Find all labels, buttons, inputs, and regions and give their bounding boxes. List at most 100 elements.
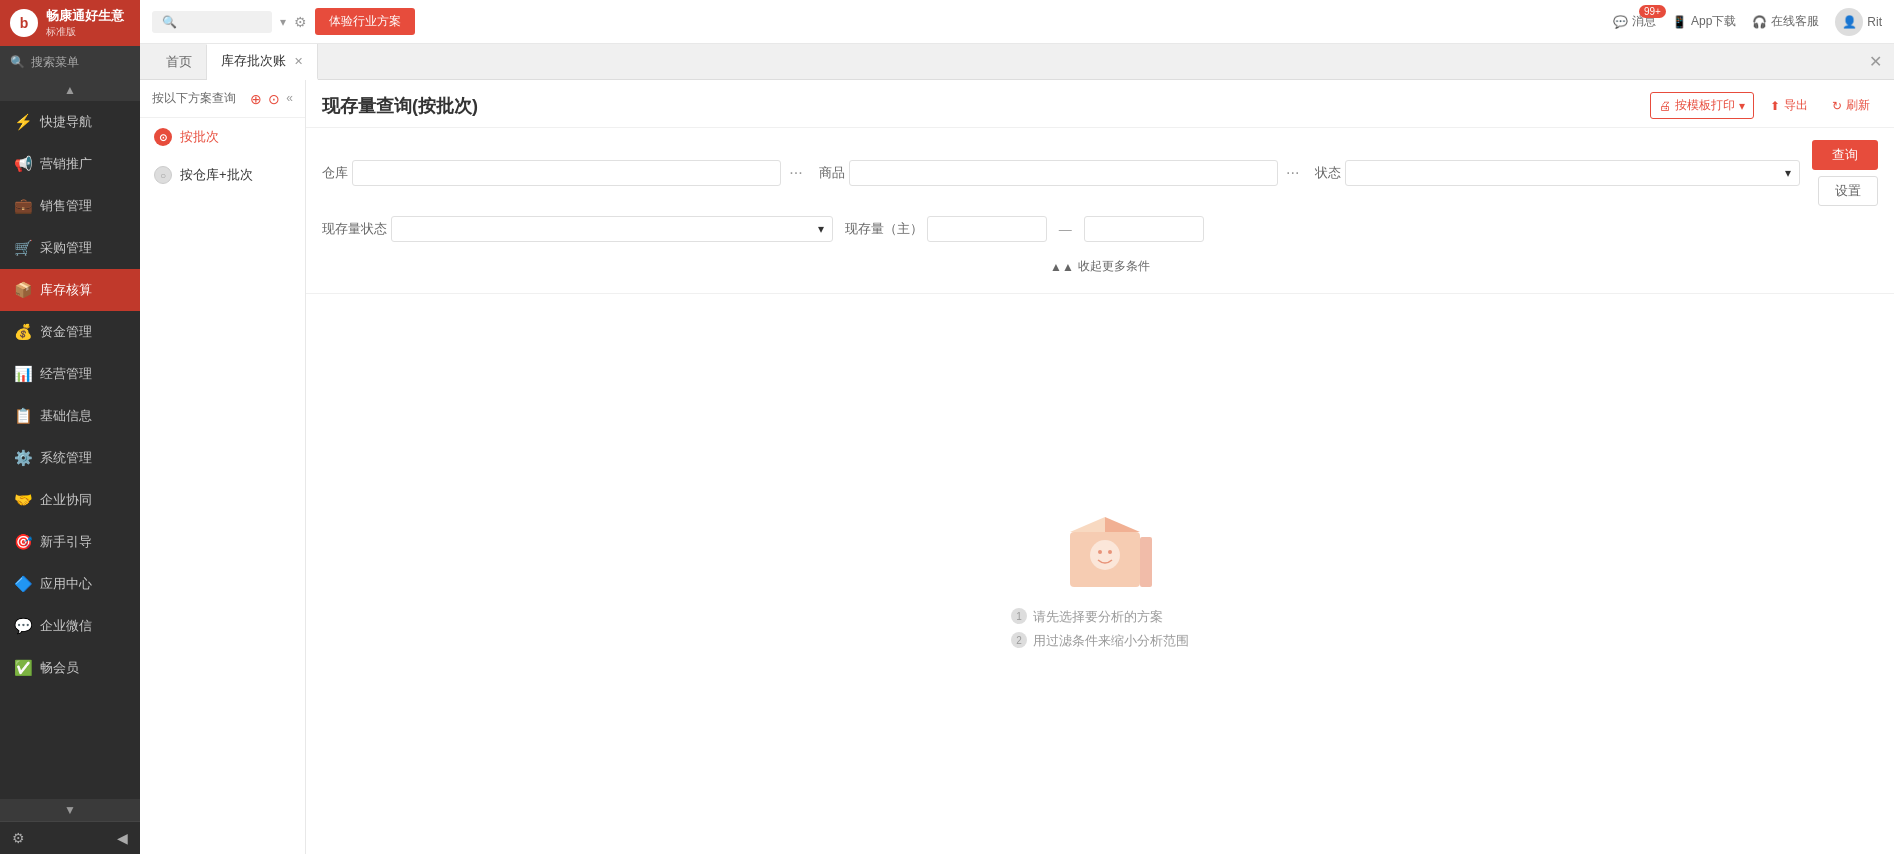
empty-illustration <box>1050 492 1150 592</box>
sidebar-item-label: 基础信息 <box>40 407 92 425</box>
goods-more-icon[interactable]: ··· <box>1282 164 1303 182</box>
sidebar-item-system[interactable]: ⚙️ 系统管理 <box>0 437 140 479</box>
settings-button[interactable]: 设置 <box>1818 176 1878 206</box>
online-service-button[interactable]: 🎧 在线客服 <box>1752 13 1819 30</box>
settings-icon[interactable]: ⚙ <box>12 830 25 846</box>
sidebar-item-finance[interactable]: 💰 资金管理 <box>0 311 140 353</box>
scheme-label: 按批次 <box>180 128 219 146</box>
chevron-up-icon: ▲▲ <box>1050 260 1074 274</box>
export-label: 导出 <box>1784 97 1808 114</box>
sidebar-scroll-down[interactable]: ▼ <box>0 799 140 821</box>
sidebar-scroll-up[interactable]: ▲ <box>0 79 140 101</box>
online-service-label: 在线客服 <box>1771 13 1819 30</box>
trial-button[interactable]: 体验行业方案 <box>315 8 415 35</box>
apps-icon: 🔷 <box>14 575 32 593</box>
quick-icon: ⚡ <box>14 113 32 131</box>
tab-inventory-label: 库存批次账 <box>221 52 286 70</box>
sidebar-item-inventory[interactable]: 📦 库存核算 <box>0 269 140 311</box>
tab-home-label: 首页 <box>166 53 192 71</box>
message-icon: 💬 <box>1613 15 1628 29</box>
topbar-dropdown[interactable]: ▾ <box>280 15 286 29</box>
operations-icon: 📊 <box>14 365 32 383</box>
qty-to-input[interactable] <box>1084 216 1204 242</box>
member-icon: ✅ <box>14 659 32 677</box>
refresh-button[interactable]: ↻ 刷新 <box>1824 93 1878 118</box>
svg-point-4 <box>1090 540 1120 570</box>
sidebar-item-guide[interactable]: 🎯 新手引导 <box>0 521 140 563</box>
tab-close-icon[interactable]: ✕ <box>294 55 303 68</box>
sidebar-item-sales[interactable]: 💼 销售管理 <box>0 185 140 227</box>
scheme-label: 按仓库+批次 <box>180 166 253 184</box>
basics-icon: 📋 <box>14 407 32 425</box>
svg-point-5 <box>1098 550 1102 554</box>
qty-from-input[interactable] <box>927 216 1047 242</box>
print-dropdown-icon[interactable]: ▾ <box>1739 99 1745 113</box>
tab-panel-close[interactable]: ✕ <box>1857 44 1894 79</box>
tabs-bar: 首页 库存批次账 ✕ ✕ <box>140 44 1894 80</box>
marketing-icon: 📢 <box>14 155 32 173</box>
sidebar-item-label: 应用中心 <box>40 575 92 593</box>
scheme-settings-icon[interactable]: ⊙ <box>268 91 280 107</box>
inventory-status-select[interactable]: ▾ <box>391 216 833 242</box>
sidebar-item-member[interactable]: ✅ 畅会员 <box>0 647 140 689</box>
sidebar-search-label: 搜索菜单 <box>31 54 79 71</box>
messages-button[interactable]: 💬 消息 99+ <box>1613 13 1656 30</box>
purchase-icon: 🛒 <box>14 239 32 257</box>
empty-svg <box>1050 492 1170 602</box>
sidebar-logo: b <box>10 9 38 37</box>
warehouse-input[interactable] <box>352 160 781 186</box>
goods-input[interactable] <box>849 160 1278 186</box>
system-icon: ⚙️ <box>14 449 32 467</box>
tab-inventory-batch[interactable]: 库存批次账 ✕ <box>207 44 318 80</box>
user-avatar[interactable]: 👤 Rit <box>1835 8 1882 36</box>
scheme-item-batch[interactable]: ⊙ 按批次 <box>140 118 305 156</box>
topbar-search[interactable]: 🔍 <box>152 11 272 33</box>
message-badge: 99+ <box>1639 5 1666 18</box>
sidebar-item-label: 营销推广 <box>40 155 92 173</box>
warehouse-more-icon[interactable]: ··· <box>785 164 806 182</box>
sidebar-item-basics[interactable]: 📋 基础信息 <box>0 395 140 437</box>
sidebar-item-label: 系统管理 <box>40 449 92 467</box>
sidebar-item-wechat[interactable]: 💬 企业微信 <box>0 605 140 647</box>
tab-home[interactable]: 首页 <box>152 45 207 79</box>
wechat-icon: 💬 <box>14 617 32 635</box>
sidebar-item-quick[interactable]: ⚡ 快捷导航 <box>0 101 140 143</box>
sidebar-nav: ⚡ 快捷导航 📢 营销推广 💼 销售管理 🛒 采购管理 📦 库存核算 💰 资金管… <box>0 101 140 799</box>
add-scheme-icon[interactable]: ⊕ <box>250 91 262 107</box>
page-title-bar: 现存量查询(按批次) 🖨 按模板打印 ▾ ⬆ 导出 ↻ 刷新 <box>306 80 1894 128</box>
sidebar-item-marketing[interactable]: 📢 营销推广 <box>0 143 140 185</box>
export-icon: ⬆ <box>1770 99 1780 113</box>
sidebar-item-operations[interactable]: 📊 经营管理 <box>0 353 140 395</box>
sidebar-item-label: 销售管理 <box>40 197 92 215</box>
sidebar-search[interactable]: 🔍 搜索菜单 <box>0 46 140 79</box>
sidebar-footer: ⚙ ◀ <box>0 821 140 854</box>
scheme-item-warehouse-batch[interactable]: ○ 按仓库+批次 <box>140 156 305 194</box>
app-download-button[interactable]: 📱 App下载 <box>1672 13 1736 30</box>
left-panel: 按以下方案查询 ⊕ ⊙ « ⊙ 按批次 ○ 按仓库+批次 <box>140 80 306 854</box>
sidebar-item-label: 畅会员 <box>40 659 79 677</box>
sidebar-item-apps[interactable]: 🔷 应用中心 <box>0 563 140 605</box>
search-icon: 🔍 <box>162 15 177 29</box>
left-panel-actions: ⊕ ⊙ « <box>250 91 293 107</box>
sidebar-item-collab[interactable]: 🤝 企业协同 <box>0 479 140 521</box>
empty-hint-1: 1 请先选择要分析的方案 <box>1011 608 1189 626</box>
warehouse-filter: 仓库 ··· <box>322 160 807 186</box>
status-select[interactable]: ▾ <box>1345 160 1800 186</box>
inventory-icon: 📦 <box>14 281 32 299</box>
sidebar-item-label: 经营管理 <box>40 365 92 383</box>
goods-filter: 商品 ··· <box>819 160 1304 186</box>
query-button[interactable]: 查询 <box>1812 140 1878 170</box>
status-filter: 状态 ▾ <box>1315 160 1800 186</box>
phone-icon: 📱 <box>1672 15 1687 29</box>
export-button[interactable]: ⬆ 导出 <box>1762 93 1816 118</box>
sidebar-header: b 畅康通好生意 标准版 <box>0 0 140 46</box>
collapse-more-button[interactable]: ▲▲ 收起更多条件 <box>322 252 1878 281</box>
sidebar-item-label: 采购管理 <box>40 239 92 257</box>
collapse-icon[interactable]: ◀ <box>117 830 128 846</box>
collapse-panel-icon[interactable]: « <box>286 91 293 107</box>
print-button[interactable]: 🖨 按模板打印 ▾ <box>1650 92 1754 119</box>
sidebar-item-purchase[interactable]: 🛒 采购管理 <box>0 227 140 269</box>
topbar-gear-icon[interactable]: ⚙ <box>294 14 307 30</box>
status-label: 状态 <box>1315 164 1341 182</box>
chevron-down-icon: ▾ <box>818 222 824 236</box>
